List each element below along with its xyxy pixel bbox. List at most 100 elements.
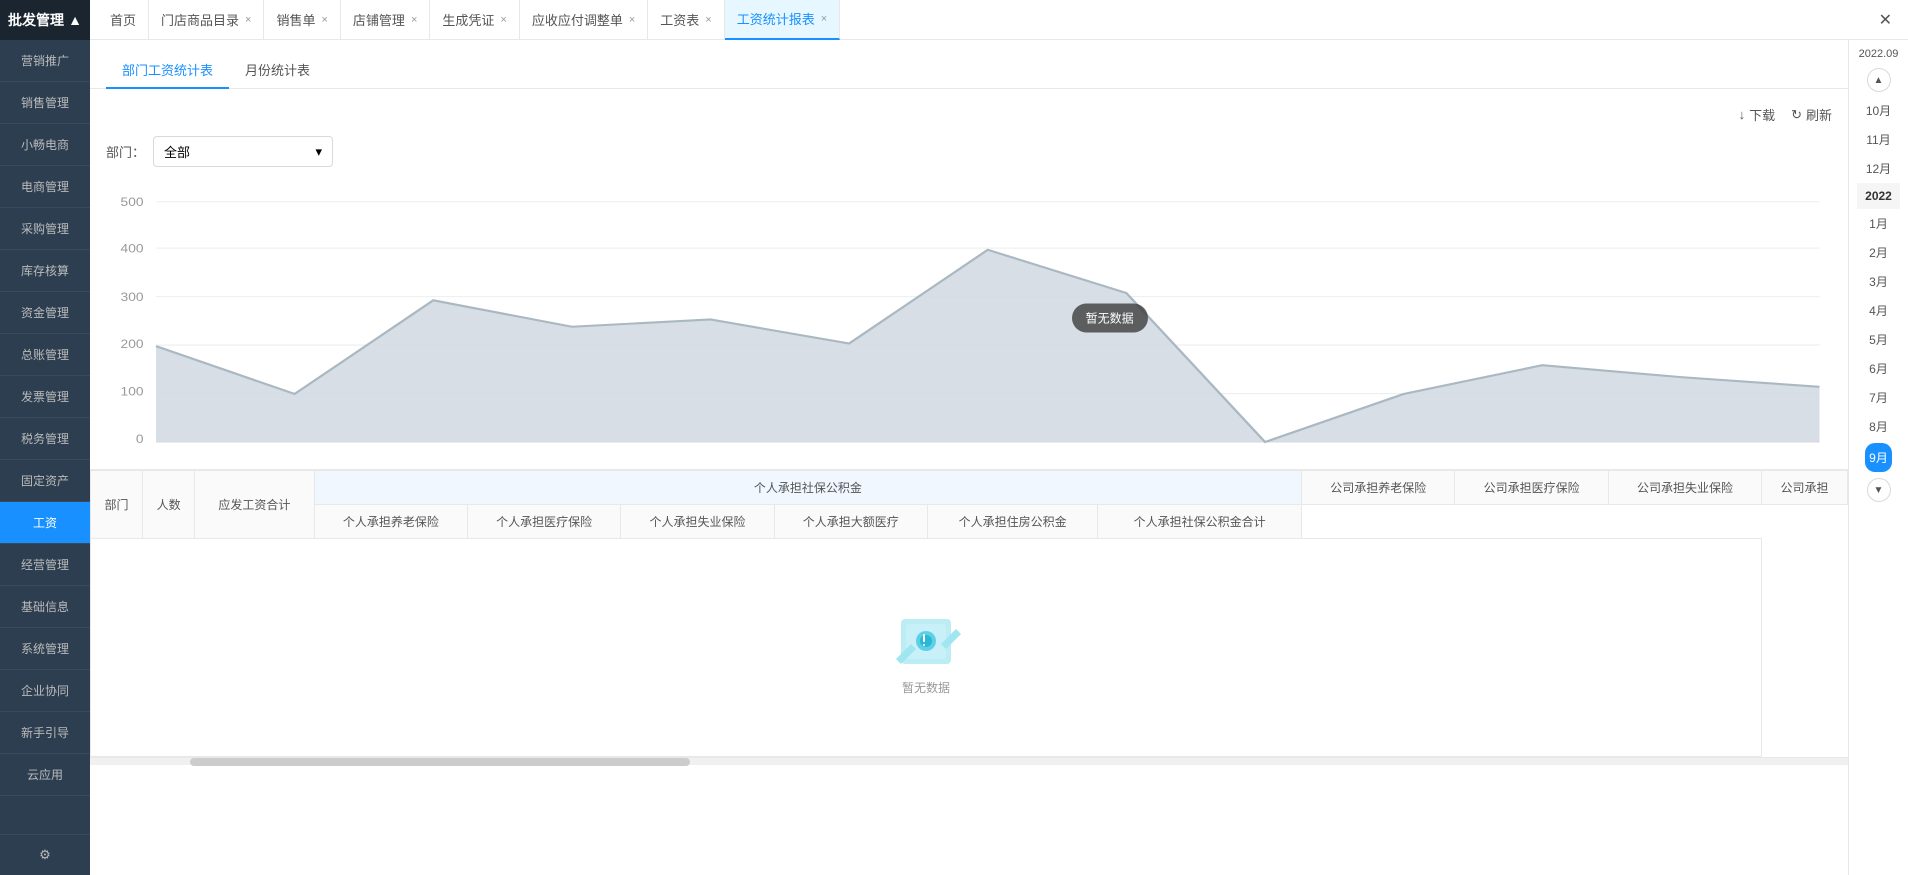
timeline-item-7月[interactable]: 7月 xyxy=(1857,383,1900,412)
main-area: 首页门店商品目录×销售单×店铺管理×生成凭证×应收应付调整单×工资表×工资统计报… xyxy=(90,0,1908,875)
sidebar-footer[interactable]: ⚙ xyxy=(0,834,90,875)
col-salary-total: 应发工资合计 xyxy=(195,471,315,539)
timeline-item-11月[interactable]: 11月 xyxy=(1857,125,1900,154)
col-company-more: 公司承担 xyxy=(1762,471,1848,505)
tab-close-icon[interactable]: × xyxy=(705,14,711,26)
svg-text:500: 500 xyxy=(121,195,144,209)
svg-text:400: 400 xyxy=(121,241,144,255)
sidebar-header[interactable]: 批发管理 ▲ xyxy=(0,0,90,40)
tab-close-icon[interactable]: × xyxy=(321,14,327,26)
data-table: 部门 人数 应发工资合计 个人承担社保公积金 公司承担养老保险 公司承担医疗保险… xyxy=(90,470,1848,757)
timeline-item-1月[interactable]: 1月 xyxy=(1857,209,1900,238)
sidebar-item-云应用[interactable]: 云应用 xyxy=(0,754,90,796)
sidebar-item-销售管理[interactable]: 销售管理 xyxy=(0,82,90,124)
sidebar-item-总账管理[interactable]: 总账管理 xyxy=(0,334,90,376)
tab-label: 店铺管理 xyxy=(353,10,405,29)
tab-label: 门店商品目录 xyxy=(161,10,239,29)
sidebar-item-小畅电商[interactable]: 小畅电商 xyxy=(0,124,90,166)
sidebar-item-发票管理[interactable]: 发票管理 xyxy=(0,376,90,418)
tab-店铺管理[interactable]: 店铺管理 × xyxy=(341,0,430,40)
sidebar: 批发管理 ▲ 营销推广销售管理小畅电商电商管理采购管理库存核算资金管理总账管理发… xyxy=(0,0,90,875)
timeline-year-label: 2022.09 xyxy=(1857,44,1901,64)
timeline-item-8月[interactable]: 8月 xyxy=(1857,412,1900,441)
tabbar: 首页门店商品目录×销售单×店铺管理×生成凭证×应收应付调整单×工资表×工资统计报… xyxy=(90,0,1908,40)
chevron-down-icon: ▾ xyxy=(315,144,322,160)
col-company-unemploy: 公司承担失业保险 xyxy=(1608,471,1761,505)
tab-close-icon[interactable]: × xyxy=(245,14,251,26)
sidebar-items: 营销推广销售管理小畅电商电商管理采购管理库存核算资金管理总账管理发票管理税务管理… xyxy=(0,40,90,796)
sidebar-item-采购管理[interactable]: 采购管理 xyxy=(0,208,90,250)
table-row: 暂无数据 xyxy=(91,539,1848,757)
chart-area: 500 400 300 200 100 0 xyxy=(90,179,1848,469)
sidebar-item-新手引导[interactable]: 新手引导 xyxy=(0,712,90,754)
download-button[interactable]: ↓ 下载 xyxy=(1739,105,1776,124)
tab-close-icon[interactable]: × xyxy=(629,14,635,26)
timeline-down-arrow[interactable]: ▼ xyxy=(1867,478,1891,502)
content-area: 部门工资统计表月份统计表 ↓ 下载 ↻ 刷新 部门： 全部 ▾ xyxy=(90,40,1908,875)
tab-应收应付调整单[interactable]: 应收应付调整单× xyxy=(520,0,648,40)
subtab-月份统计表[interactable]: 月份统计表 xyxy=(229,52,326,89)
subtabs: 部门工资统计表月份统计表 xyxy=(90,52,1848,89)
sidebar-item-固定资产[interactable]: 固定资产 xyxy=(0,460,90,502)
toolbar: ↓ 下载 ↻ 刷新 xyxy=(90,101,1848,132)
tab-label: 销售单 xyxy=(276,10,315,29)
sidebar-item-营销推广[interactable]: 营销推广 xyxy=(0,40,90,82)
timeline-item-10月[interactable]: 10月 xyxy=(1857,96,1900,125)
tab-生成凭证[interactable]: 生成凭证 × xyxy=(430,0,519,40)
timeline-item-2月[interactable]: 2月 xyxy=(1857,238,1900,267)
table-no-data: 暂无数据 xyxy=(91,539,1762,757)
tab-label: 生成凭证 xyxy=(442,10,494,29)
refresh-button[interactable]: ↻ 刷新 xyxy=(1791,105,1832,124)
svg-text:100: 100 xyxy=(121,385,144,399)
tab-label: 工资统计报表 xyxy=(737,9,815,28)
tab-close-icon[interactable]: × xyxy=(500,14,506,26)
tab-销售单[interactable]: 销售单 × xyxy=(264,0,340,40)
tab-工资统计报表[interactable]: 工资统计报表 × xyxy=(725,0,840,40)
timeline-item-5月[interactable]: 5月 xyxy=(1857,325,1900,354)
timeline-panel: 2022.09 ▲ 10月11月12月20221月2月3月4月5月6月7月8月9… xyxy=(1848,40,1908,875)
tab-门店商品目录[interactable]: 门店商品目录 × xyxy=(149,0,264,40)
sidebar-item-库存核算[interactable]: 库存核算 xyxy=(0,250,90,292)
sidebar-item-经营管理[interactable]: 经营管理 xyxy=(0,544,90,586)
col-personal-unemploy: 个人承担失业保险 xyxy=(621,505,774,539)
timeline-up-arrow[interactable]: ▲ xyxy=(1867,68,1891,92)
tab-label: 首页 xyxy=(110,10,136,29)
filterbar: 部门： 全部 ▾ xyxy=(90,132,1848,179)
tab-工资表[interactable]: 工资表 × xyxy=(648,0,724,40)
page-content: 部门工资统计表月份统计表 ↓ 下载 ↻ 刷新 部门： 全部 ▾ xyxy=(90,40,1848,875)
timeline-item-12月[interactable]: 12月 xyxy=(1857,154,1900,183)
timeline-item-3月[interactable]: 3月 xyxy=(1857,267,1900,296)
sidebar-item-税务管理[interactable]: 税务管理 xyxy=(0,418,90,460)
refresh-label: 刷新 xyxy=(1806,105,1832,124)
refresh-icon: ↻ xyxy=(1791,107,1802,123)
sidebar-item-系统管理[interactable]: 系统管理 xyxy=(0,628,90,670)
sidebar-arrow: ▲ xyxy=(68,12,82,28)
sidebar-item-企业协同[interactable]: 企业协同 xyxy=(0,670,90,712)
subtab-部门工资统计表[interactable]: 部门工资统计表 xyxy=(106,52,229,89)
tab-close-icon[interactable]: × xyxy=(411,14,417,26)
tab-首页[interactable]: 首页 xyxy=(98,0,149,40)
timeline-item-4月[interactable]: 4月 xyxy=(1857,296,1900,325)
timeline-item-6月[interactable]: 6月 xyxy=(1857,354,1900,383)
download-icon: ↓ xyxy=(1739,107,1746,122)
svg-text:0: 0 xyxy=(136,432,144,446)
timeline-items: 10月11月12月20221月2月3月4月5月6月7月8月9月 xyxy=(1857,96,1900,474)
sidebar-item-电商管理[interactable]: 电商管理 xyxy=(0,166,90,208)
col-company-medical: 公司承担医疗保险 xyxy=(1455,471,1608,505)
window-controls[interactable]: ✕ xyxy=(1871,10,1900,30)
timeline-item-2022[interactable]: 2022 xyxy=(1857,183,1900,209)
department-select[interactable]: 全部 ▾ xyxy=(153,136,333,167)
sidebar-item-资金管理[interactable]: 资金管理 xyxy=(0,292,90,334)
download-label: 下载 xyxy=(1749,105,1775,124)
sidebar-item-工资[interactable]: 工资 xyxy=(0,502,90,544)
col-personal-major-medical: 个人承担大额医疗 xyxy=(774,505,927,539)
col-personal-medical: 个人承担医疗保险 xyxy=(467,505,620,539)
tab-close-icon[interactable]: × xyxy=(821,13,827,25)
table-area[interactable]: 部门 人数 应发工资合计 个人承担社保公积金 公司承担养老保险 公司承担医疗保险… xyxy=(90,469,1848,875)
tab-label: 工资表 xyxy=(660,10,699,29)
empty-text: 暂无数据 xyxy=(902,679,950,696)
timeline-item-9月[interactable]: 9月 xyxy=(1865,443,1892,472)
col-department: 部门 xyxy=(91,471,143,539)
close-icon[interactable]: ✕ xyxy=(1879,10,1892,30)
sidebar-item-基础信息[interactable]: 基础信息 xyxy=(0,586,90,628)
